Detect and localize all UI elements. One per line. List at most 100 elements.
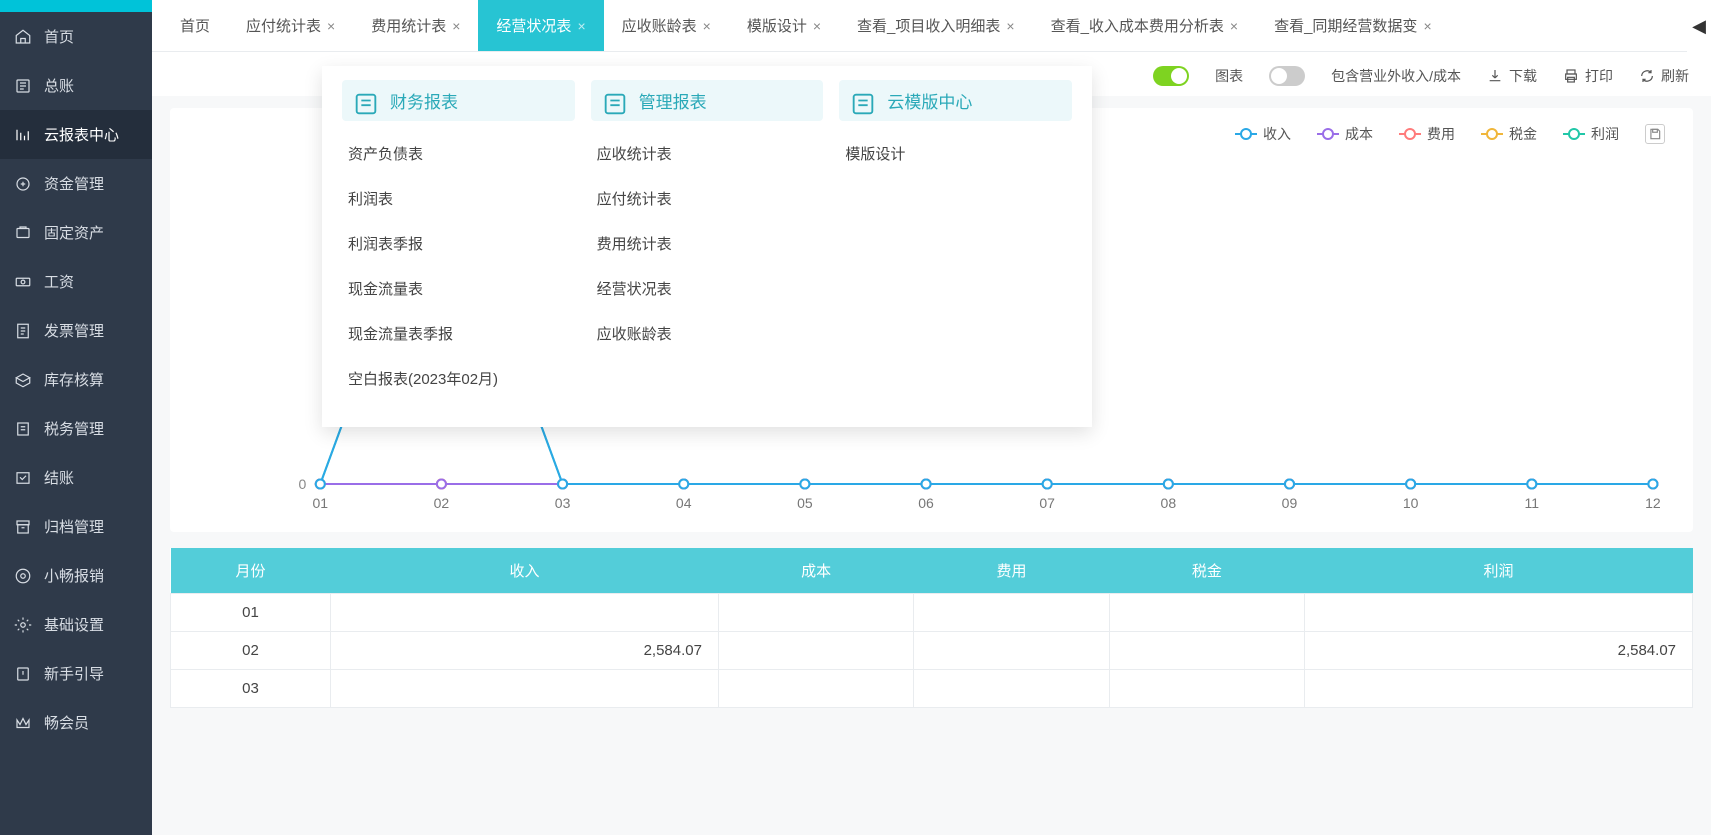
tab-close-icon[interactable]: × <box>1423 18 1431 34</box>
download-label: 下载 <box>1509 66 1537 86</box>
tab-close-icon[interactable]: × <box>813 18 821 34</box>
svg-text:12: 12 <box>1645 495 1661 511</box>
tab-2[interactable]: 费用统计表 × <box>353 0 478 51</box>
svg-text:02: 02 <box>434 495 450 511</box>
sidebar-brand-strip <box>0 0 152 12</box>
svg-text:10: 10 <box>1403 495 1419 511</box>
sidebar-item-label: 结账 <box>44 467 74 488</box>
cell-cost <box>718 594 913 632</box>
tab-close-icon[interactable]: × <box>577 18 585 34</box>
sidebar-item-salary[interactable]: 工资 <box>0 257 152 306</box>
sidebar-item-label: 库存核算 <box>44 369 104 390</box>
tabs-scroll-right[interactable]: ◀ <box>1687 0 1711 52</box>
sidebar-item-tax[interactable]: 税务管理 <box>0 404 152 453</box>
tab-label: 费用统计表 <box>371 15 446 36</box>
sidebar-item-assets[interactable]: 固定资产 <box>0 208 152 257</box>
svg-text:08: 08 <box>1161 495 1177 511</box>
legend-item-收入[interactable]: 收入 <box>1235 124 1291 144</box>
sidebar-item-ledger[interactable]: 总账 <box>0 61 152 110</box>
download-button[interactable]: 下载 <box>1487 66 1537 86</box>
cell-month: 02 <box>171 632 331 670</box>
tax-icon <box>14 420 32 438</box>
sidebar-item-vip[interactable]: 畅会员 <box>0 698 152 747</box>
sidebar-item-label: 畅会员 <box>44 712 89 733</box>
sidebar-item-close[interactable]: 结账 <box>0 453 152 502</box>
tab-0[interactable]: 首页 <box>162 0 228 51</box>
legend-marker <box>1235 129 1257 139</box>
cell-tax <box>1109 632 1304 670</box>
cell-expense <box>914 594 1109 632</box>
svg-text:0: 0 <box>298 476 306 492</box>
legend-marker <box>1317 129 1339 139</box>
table-header: 利润 <box>1305 548 1693 594</box>
tab-close-icon[interactable]: × <box>1230 18 1238 34</box>
chart-toggle[interactable] <box>1153 66 1189 86</box>
settings-icon <box>14 616 32 634</box>
mega-item[interactable]: 资产负债表 <box>342 131 575 176</box>
print-label: 打印 <box>1585 66 1613 86</box>
mega-item[interactable]: 利润表 <box>342 176 575 221</box>
svg-text:11: 11 <box>1525 495 1540 511</box>
tab-4[interactable]: 应收账龄表× <box>604 0 729 51</box>
sidebar-item-home[interactable]: 首页 <box>0 12 152 61</box>
legend-save-icon[interactable] <box>1645 124 1665 144</box>
legend-item-利润[interactable]: 利润 <box>1563 124 1619 144</box>
tab-bar: 首页应付统计表×费用统计表×经营状况表×应收账龄表×模版设计×查看_项目收入明细… <box>152 0 1711 52</box>
sidebar-item-guide[interactable]: 新手引导 <box>0 649 152 698</box>
sidebar-item-reimburse[interactable]: 小畅报销 <box>0 551 152 600</box>
mega-item[interactable]: 应收统计表 <box>591 131 824 176</box>
assets-icon <box>14 224 32 242</box>
cell-profit <box>1305 670 1693 708</box>
mega-item[interactable]: 应付统计表 <box>591 176 824 221</box>
sidebar-item-invoice[interactable]: 发票管理 <box>0 306 152 355</box>
sidebar-item-archive[interactable]: 归档管理 <box>0 502 152 551</box>
mega-item[interactable]: 空白报表(2023年02月) <box>342 356 575 401</box>
tab-7[interactable]: 查看_收入成本费用分析表× <box>1033 0 1257 51</box>
legend-item-费用[interactable]: 费用 <box>1399 124 1455 144</box>
mega-item[interactable]: 现金流量表 <box>342 266 575 311</box>
invoice-icon <box>14 322 32 340</box>
refresh-button[interactable]: 刷新 <box>1639 66 1689 86</box>
sidebar-item-stock[interactable]: 库存核算 <box>0 355 152 404</box>
legend-item-税金[interactable]: 税金 <box>1481 124 1537 144</box>
mega-col-1: 管理报表应收统计表应付统计表费用统计表经营状况表应收账龄表 <box>591 80 824 401</box>
tab-6[interactable]: 查看_项目收入明细表× <box>839 0 1033 51</box>
tab-1[interactable]: 应付统计表× <box>228 0 353 51</box>
sidebar-item-report[interactable]: 云报表中心 <box>0 110 152 159</box>
legend-marker <box>1563 129 1585 139</box>
report-category-icon <box>352 90 380 112</box>
svg-text:09: 09 <box>1282 495 1298 511</box>
mega-item[interactable]: 应收账龄表 <box>591 311 824 356</box>
sidebar-item-label: 工资 <box>44 271 74 292</box>
sidebar-item-funds[interactable]: 资金管理 <box>0 159 152 208</box>
tab-close-icon[interactable]: × <box>703 18 711 34</box>
cell-cost <box>718 632 913 670</box>
mega-heading-label: 财务报表 <box>390 88 458 113</box>
sidebar-item-label: 小畅报销 <box>44 565 104 586</box>
extra-toggle[interactable] <box>1269 66 1305 86</box>
sidebar-item-label: 归档管理 <box>44 516 104 537</box>
sidebar-item-label: 首页 <box>44 26 74 47</box>
extra-toggle-label: 包含营业外收入/成本 <box>1331 66 1461 86</box>
print-button[interactable]: 打印 <box>1563 66 1613 86</box>
tab-close-icon[interactable]: × <box>452 18 460 34</box>
report-megamenu: 财务报表资产负债表利润表利润表季报现金流量表现金流量表季报空白报表(2023年0… <box>322 66 1092 427</box>
sidebar-item-label: 固定资产 <box>44 222 104 243</box>
mega-item[interactable]: 经营状况表 <box>591 266 824 311</box>
mega-item[interactable]: 模版设计 <box>839 131 1072 176</box>
reimburse-icon <box>14 567 32 585</box>
tab-close-icon[interactable]: × <box>327 18 335 34</box>
cell-month: 01 <box>171 594 331 632</box>
mega-item[interactable]: 利润表季报 <box>342 221 575 266</box>
sidebar-item-settings[interactable]: 基础设置 <box>0 600 152 649</box>
refresh-icon <box>1639 68 1655 84</box>
tab-3[interactable]: 经营状况表× <box>478 0 603 51</box>
svg-text:05: 05 <box>797 495 813 511</box>
tab-5[interactable]: 模版设计× <box>729 0 839 51</box>
tab-close-icon[interactable]: × <box>1006 18 1014 34</box>
legend-item-成本[interactable]: 成本 <box>1317 124 1373 144</box>
mega-item[interactable]: 费用统计表 <box>591 221 824 266</box>
tab-8[interactable]: 查看_同期经营数据变× <box>1256 0 1450 51</box>
mega-item[interactable]: 现金流量表季报 <box>342 311 575 356</box>
legend-label: 收入 <box>1263 124 1291 144</box>
